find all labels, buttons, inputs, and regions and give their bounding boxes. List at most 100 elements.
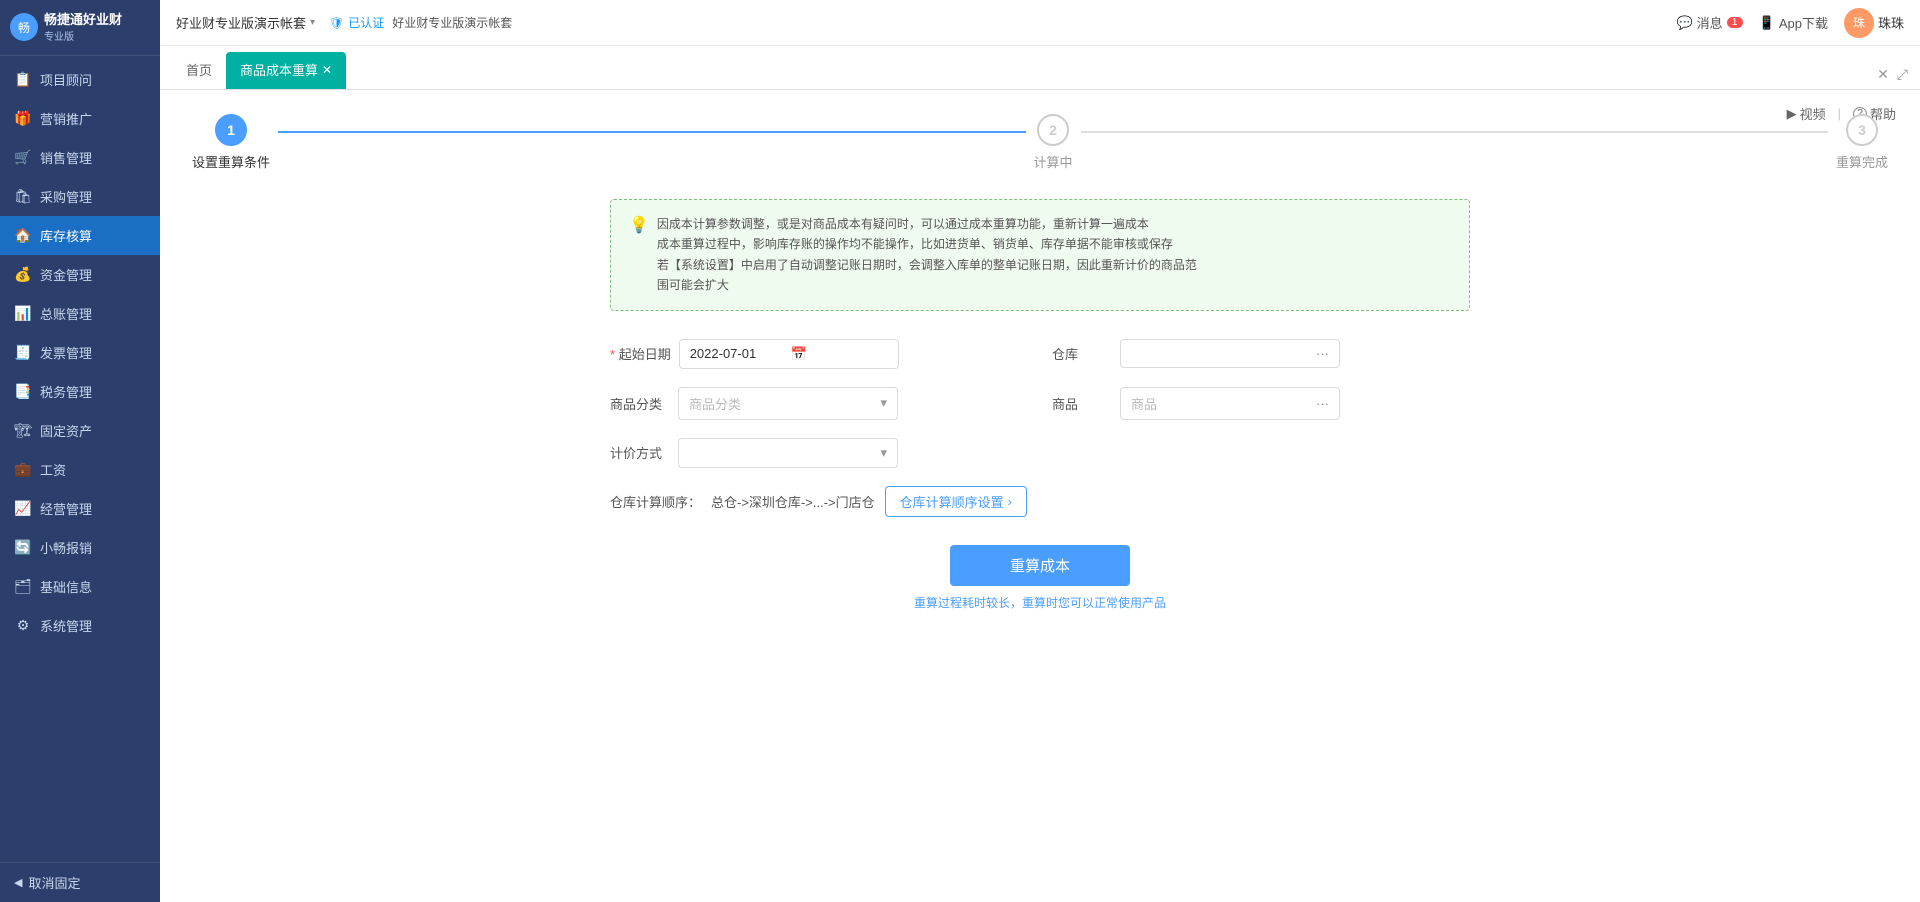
category-label: 商品分类	[610, 394, 670, 413]
goods-label: 商品	[1052, 394, 1112, 413]
sidebar-item-purchase[interactable]: 🛍 采购管理	[0, 177, 160, 216]
message-button[interactable]: 💬 消息 1	[1676, 13, 1742, 32]
form-group-category: 商品分类 商品分类 ▾	[610, 387, 1028, 420]
topbar-account: 好业财专业版演示帐套 ▾ 🛡 已认证 好业财专业版演示帐套	[176, 13, 1676, 32]
topbar-verified: 🛡 已认证 好业财专业版演示帐套	[329, 14, 512, 31]
warehouse-order-value: 总仓->深圳仓库->...->门店仓	[711, 492, 875, 511]
form-row-3: 计价方式 ▾	[610, 438, 1470, 468]
shield-icon: 🛡	[329, 16, 344, 30]
warehouse-input[interactable]: ···	[1120, 339, 1340, 368]
step-3-circle: 3	[1846, 114, 1878, 146]
start-date-input[interactable]: 2022-07-01 📅	[679, 339, 899, 369]
step-line-2	[1081, 131, 1828, 133]
avatar: 珠	[1844, 8, 1874, 38]
inventory-icon: 🏠	[14, 226, 32, 244]
warehouse-label: 仓库	[1052, 344, 1112, 363]
chevron-down-icon-price: ▾	[880, 445, 887, 461]
sidebar-item-assets[interactable]: 🏗 固定资产	[0, 411, 160, 450]
price-method-label: 计价方式	[610, 443, 670, 462]
message-icon: 💬	[1676, 15, 1692, 31]
step-1: 1 设置重算条件	[192, 114, 270, 171]
sidebar-item-basic[interactable]: 🗂 基础信息	[0, 567, 160, 606]
tab-home[interactable]: 首页	[172, 52, 226, 89]
expense-icon: 🔄	[14, 538, 32, 556]
warehouse-order-row: 仓库计算顺序： 总仓->深圳仓库->...->门店仓 仓库计算顺序设置 ›	[610, 486, 1470, 517]
main-area: 好业财专业版演示帐套 ▾ 🛡 已认证 好业财专业版演示帐套 💬 消息 1 📱 A…	[160, 0, 1920, 902]
user-avatar-button[interactable]: 珠 珠珠	[1844, 8, 1904, 38]
info-box: 💡 因成本计算参数调整，或是对商品成本有疑问时，可以通过成本重算功能，重新计算一…	[610, 199, 1470, 311]
unpin-icon: ◀	[14, 876, 22, 889]
step-2-label: 计算中	[1034, 152, 1073, 171]
form-group-warehouse: 仓库 ···	[1052, 339, 1470, 368]
assets-icon: 🏗	[14, 421, 32, 439]
required-star: *	[610, 347, 615, 362]
logo-text: 畅捷通好业财 专业版	[44, 12, 122, 43]
tax-icon: 📑	[14, 382, 32, 400]
tab-recalc[interactable]: 商品成本重算 ✕	[226, 52, 346, 89]
price-method-select[interactable]: ▾	[678, 438, 898, 468]
form-row-2: 商品分类 商品分类 ▾ 商品 商品 ···	[610, 387, 1470, 420]
step-1-circle: 1	[215, 114, 247, 146]
step-line-1	[278, 131, 1025, 133]
chevron-right-icon: ›	[1008, 494, 1012, 509]
sidebar-item-finance[interactable]: 💰 资金管理	[0, 255, 160, 294]
submit-note: 重算过程耗时较长，重算时您可以正常使用产品	[610, 594, 1470, 611]
basic-icon: 🗂	[14, 577, 32, 595]
app-download-button[interactable]: 📱 App下载	[1759, 13, 1828, 32]
tabbar: 首页 商品成本重算 ✕ ✕ ⤢	[160, 46, 1920, 90]
marketing-icon: 🎁	[14, 109, 32, 127]
tab-close-icon[interactable]: ✕	[322, 63, 332, 77]
form-group-price-method: 计价方式 ▾	[610, 438, 1028, 468]
sidebar-item-invoice[interactable]: 🧾 发票管理	[0, 333, 160, 372]
step-2: 2 计算中	[1034, 114, 1073, 171]
purchase-icon: 🛍	[14, 187, 32, 205]
sidebar-item-project[interactable]: 📋 项目顾问	[0, 60, 160, 99]
accounting-icon: 📊	[14, 304, 32, 322]
sidebar-item-accounting[interactable]: 📊 总账管理	[0, 294, 160, 333]
sidebar-item-tax[interactable]: 📑 税务管理	[0, 372, 160, 411]
step-1-label: 设置重算条件	[192, 152, 270, 171]
sidebar-item-inventory[interactable]: 🏠 库存核算	[0, 216, 160, 255]
content-area: ▶ 视频 | ? 帮助 1 设置重算条件 2 计算中 3 重算完成	[160, 90, 1920, 902]
sidebar-nav: 📋 项目顾问 🎁 营销推广 🛒 销售管理 🛍 采购管理 🏠 库存核算 💰 资金管…	[0, 56, 160, 862]
sidebar-unpin-button[interactable]: ◀ 取消固定	[0, 862, 160, 902]
account-chevron-icon: ▾	[310, 17, 315, 28]
category-select[interactable]: 商品分类 ▾	[678, 387, 898, 420]
sidebar-item-sales[interactable]: 🛒 销售管理	[0, 138, 160, 177]
topbar-right: 💬 消息 1 📱 App下载 珠 珠珠	[1676, 8, 1904, 38]
invoice-icon: 🧾	[14, 343, 32, 361]
step-2-circle: 2	[1037, 114, 1069, 146]
sidebar-item-system[interactable]: ⚙ 系统管理	[0, 606, 160, 645]
warehouse-order-label: 仓库计算顺序：	[610, 492, 701, 511]
sidebar-item-salary[interactable]: 💼 工资	[0, 450, 160, 489]
business-icon: 📈	[14, 499, 32, 517]
close-window-icon[interactable]: ✕	[1877, 66, 1889, 83]
salary-icon: 💼	[14, 460, 32, 478]
step-3-label: 重算完成	[1836, 152, 1888, 171]
project-icon: 📋	[14, 70, 32, 88]
info-bulb-icon: 💡	[629, 215, 649, 296]
topbar: 好业财专业版演示帐套 ▾ 🛡 已认证 好业财专业版演示帐套 💬 消息 1 📱 A…	[160, 0, 1920, 46]
logo-icon: 畅	[10, 13, 38, 41]
form-row-1: * 起始日期 2022-07-01 📅 仓库 ···	[610, 339, 1470, 369]
sidebar-logo: 畅 畅捷通好业财 专业版	[0, 0, 160, 56]
expand-icon[interactable]: ⤢	[1897, 66, 1908, 83]
sales-icon: 🛒	[14, 148, 32, 166]
sidebar-item-business[interactable]: 📈 经营管理	[0, 489, 160, 528]
form-group-start-date: * 起始日期 2022-07-01 📅	[610, 339, 1028, 369]
info-text: 因成本计算参数调整，或是对商品成本有疑问时，可以通过成本重算功能，重新计算一遍成…	[657, 214, 1197, 296]
recalculate-button[interactable]: 重算成本	[950, 545, 1130, 586]
warehouse-order-btn[interactable]: 仓库计算顺序设置 ›	[885, 486, 1027, 517]
sidebar-item-expense[interactable]: 🔄 小畅报销	[0, 528, 160, 567]
dots-icon: ···	[1316, 346, 1329, 361]
account-selector[interactable]: 好业财专业版演示帐套 ▾	[176, 13, 315, 32]
calendar-icon: 📅	[791, 346, 888, 362]
submit-section: 重算成本 重算过程耗时较长，重算时您可以正常使用产品	[610, 545, 1470, 611]
sidebar-item-marketing[interactable]: 🎁 营销推广	[0, 99, 160, 138]
goods-input[interactable]: 商品 ···	[1120, 387, 1340, 420]
form-section: * 起始日期 2022-07-01 📅 仓库 ···	[610, 339, 1470, 611]
tabbar-right-icons: ✕ ⤢	[1877, 66, 1908, 89]
dots-icon-goods: ···	[1316, 396, 1329, 411]
system-icon: ⚙	[14, 616, 32, 634]
start-date-label: * 起始日期	[610, 344, 671, 363]
